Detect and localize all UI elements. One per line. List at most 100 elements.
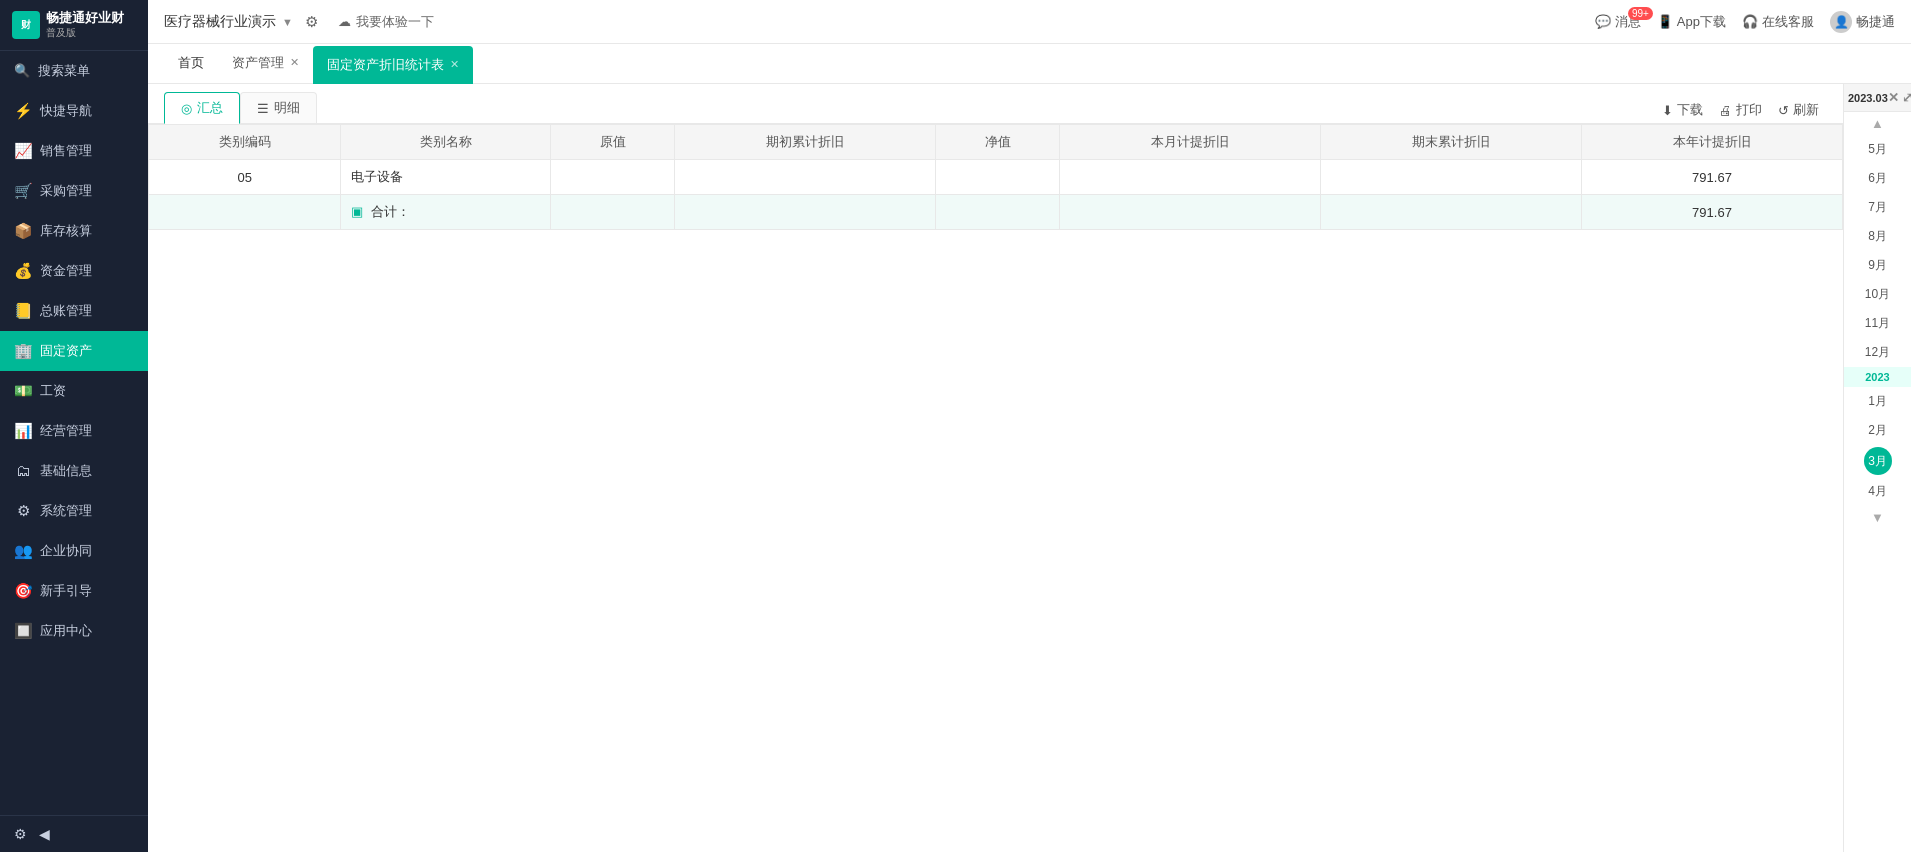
refresh-label: 刷新 — [1793, 101, 1819, 119]
sales-icon: 📈 — [14, 142, 32, 160]
sidebar-item-newguide[interactable]: 🎯 新手引导 — [0, 571, 148, 611]
tab-close-asset[interactable]: ✕ — [290, 56, 299, 69]
month-1[interactable]: 1月 — [1844, 387, 1911, 416]
tabs-bar: 首页 资产管理 ✕ 固定资产折旧统计表 ✕ — [148, 44, 1911, 84]
month-2[interactable]: 2月 — [1844, 416, 1911, 445]
sidebar-item-sysadmin[interactable]: ⚙ 系统管理 — [0, 491, 148, 531]
subtotal-original — [551, 195, 675, 230]
refresh-btn[interactable]: ↺ 刷新 — [1770, 97, 1827, 123]
collapse-icon[interactable]: ◀ — [39, 826, 50, 842]
sidebar-item-salary[interactable]: 💵 工资 — [0, 371, 148, 411]
row-name: 电子设备 — [341, 160, 551, 195]
search-menu[interactable]: 🔍 搜索菜单 — [0, 51, 148, 91]
tab-depr-report[interactable]: 固定资产折旧统计表 ✕ — [313, 46, 473, 84]
tab-asset-label: 资产管理 — [232, 54, 284, 72]
sidebar-item-label: 库存核算 — [40, 222, 92, 240]
finance-icon: 💰 — [14, 262, 32, 280]
sidebar-item-label: 采购管理 — [40, 182, 92, 200]
col-year-depr: 本年计提折旧 — [1582, 125, 1843, 160]
fixedasset-icon: 🏢 — [14, 342, 32, 360]
month-10[interactable]: 10月 — [1844, 280, 1911, 309]
sidebar-bottom: ⚙ ◀ — [0, 815, 148, 852]
company-selector[interactable]: 医疗器械行业演示 ▼ — [164, 13, 293, 31]
sidebar-item-label: 总账管理 — [40, 302, 92, 320]
sidebar-item-inventory[interactable]: 📦 库存核算 — [0, 211, 148, 251]
month-9[interactable]: 9月 — [1844, 251, 1911, 280]
month-11[interactable]: 11月 — [1844, 309, 1911, 338]
date-nav-down[interactable]: ▼ — [1844, 506, 1911, 529]
settings-bottom-icon[interactable]: ⚙ — [14, 826, 27, 842]
content-area: ◎ 汇总 ☰ 明细 ⬇ 下载 🖨 打印 ↺ 刷新 — [148, 84, 1911, 852]
year-2023-label[interactable]: 2023 — [1844, 367, 1911, 387]
sidebar-item-management[interactable]: 📊 经营管理 — [0, 411, 148, 451]
tab-home[interactable]: 首页 — [164, 44, 218, 84]
print-icon: 🖨 — [1719, 103, 1732, 118]
sidebar-item-finance[interactable]: 💰 资金管理 — [0, 251, 148, 291]
purchase-icon: 🛒 — [14, 182, 32, 200]
main-content: 医疗器械行业演示 ▼ ⚙ ☁ 我要体验一下 💬 消息 99+ 📱 App下载 🎧… — [148, 0, 1911, 852]
col-code: 类别编码 — [149, 125, 341, 160]
month-4[interactable]: 4月 — [1844, 477, 1911, 506]
download-btn[interactable]: ⬇ 下载 — [1654, 97, 1711, 123]
date-panel-expand-btn[interactable]: ⤢ — [1902, 90, 1911, 105]
row-month-depr — [1060, 160, 1321, 195]
sysadmin-icon: ⚙ — [14, 502, 32, 520]
date-panel-header: 2023.03 ✕ ⤢ — [1844, 84, 1911, 112]
sidebar-item-label: 应用中心 — [40, 622, 92, 640]
subtab-summary[interactable]: ◎ 汇总 — [164, 92, 240, 124]
sidebar-item-quicknav[interactable]: ⚡ 快捷导航 — [0, 91, 148, 131]
date-panel-close-btn[interactable]: ✕ — [1888, 90, 1899, 105]
col-period-accum: 期初累计折旧 — [675, 125, 936, 160]
subtab-detail-label: 明细 — [274, 99, 300, 117]
tab-close-depr[interactable]: ✕ — [450, 58, 459, 71]
sidebar-item-appcenter[interactable]: 🔲 应用中心 — [0, 611, 148, 651]
col-original: 原值 — [551, 125, 675, 160]
print-btn[interactable]: 🖨 打印 — [1711, 97, 1770, 123]
app-download-btn[interactable]: 📱 App下载 — [1657, 13, 1726, 31]
month-7[interactable]: 7月 — [1844, 193, 1911, 222]
experience-btn[interactable]: ☁ 我要体验一下 — [338, 13, 434, 31]
month-5[interactable]: 5月 — [1844, 135, 1911, 164]
sidebar-item-collab[interactable]: 👥 企业协同 — [0, 531, 148, 571]
subtotal-month-depr — [1060, 195, 1321, 230]
subtotal-period-accum — [675, 195, 936, 230]
sidebar-item-fixedasset[interactable]: 🏢 固定资产 — [0, 331, 148, 371]
phone-icon: 📱 — [1657, 14, 1673, 29]
col-name: 类别名称 — [341, 125, 551, 160]
month-3[interactable]: 3月 — [1864, 447, 1892, 475]
appcenter-icon: 🔲 — [14, 622, 32, 640]
sidebar-item-basicinfo[interactable]: 🗂 基础信息 — [0, 451, 148, 491]
management-icon: 📊 — [14, 422, 32, 440]
subtotal-year-depr: 791.67 — [1582, 195, 1843, 230]
service-label: 在线客服 — [1762, 13, 1814, 31]
sidebar-item-label: 基础信息 — [40, 462, 92, 480]
sidebar-item-label: 快捷导航 — [40, 102, 92, 120]
subtab-detail[interactable]: ☰ 明细 — [240, 92, 317, 123]
sidebar-item-label: 工资 — [40, 382, 66, 400]
date-nav-up[interactable]: ▲ — [1844, 112, 1911, 135]
salary-icon: 💵 — [14, 382, 32, 400]
tab-asset-mgmt[interactable]: 资产管理 ✕ — [218, 44, 313, 84]
table-wrap: 类别编码 类别名称 原值 期初累计折旧 净值 本月计提折旧 期末累计折旧 本年计… — [148, 124, 1843, 852]
search-icon: 🔍 — [14, 63, 30, 78]
summary-icon: ◎ — [181, 101, 192, 116]
user-btn[interactable]: 👤 畅捷通 — [1830, 11, 1895, 33]
online-service-btn[interactable]: 🎧 在线客服 — [1742, 13, 1814, 31]
sidebar-item-purchase[interactable]: 🛒 采购管理 — [0, 171, 148, 211]
sidebar-item-ledger[interactable]: 📒 总账管理 — [0, 291, 148, 331]
sidebar-item-sales[interactable]: 📈 销售管理 — [0, 131, 148, 171]
cloud-icon: ☁ — [338, 14, 351, 29]
sidebar-logo: 财 畅捷通好业财 普及版 — [0, 0, 148, 51]
depr-table: 类别编码 类别名称 原值 期初累计折旧 净值 本月计提折旧 期末累计折旧 本年计… — [148, 124, 1843, 230]
logo-text: 畅捷通好业财 普及版 — [46, 10, 124, 40]
month-8[interactable]: 8月 — [1844, 222, 1911, 251]
table-row: 05 电子设备 791.67 — [149, 160, 1843, 195]
message-btn[interactable]: 💬 消息 99+ — [1595, 13, 1641, 31]
download-icon: ⬇ — [1662, 103, 1673, 118]
sidebar-item-label: 系统管理 — [40, 502, 92, 520]
basicinfo-icon: 🗂 — [14, 462, 32, 479]
month-12[interactable]: 12月 — [1844, 338, 1911, 367]
month-6[interactable]: 6月 — [1844, 164, 1911, 193]
settings-icon[interactable]: ⚙ — [305, 13, 318, 31]
ledger-icon: 📒 — [14, 302, 32, 320]
